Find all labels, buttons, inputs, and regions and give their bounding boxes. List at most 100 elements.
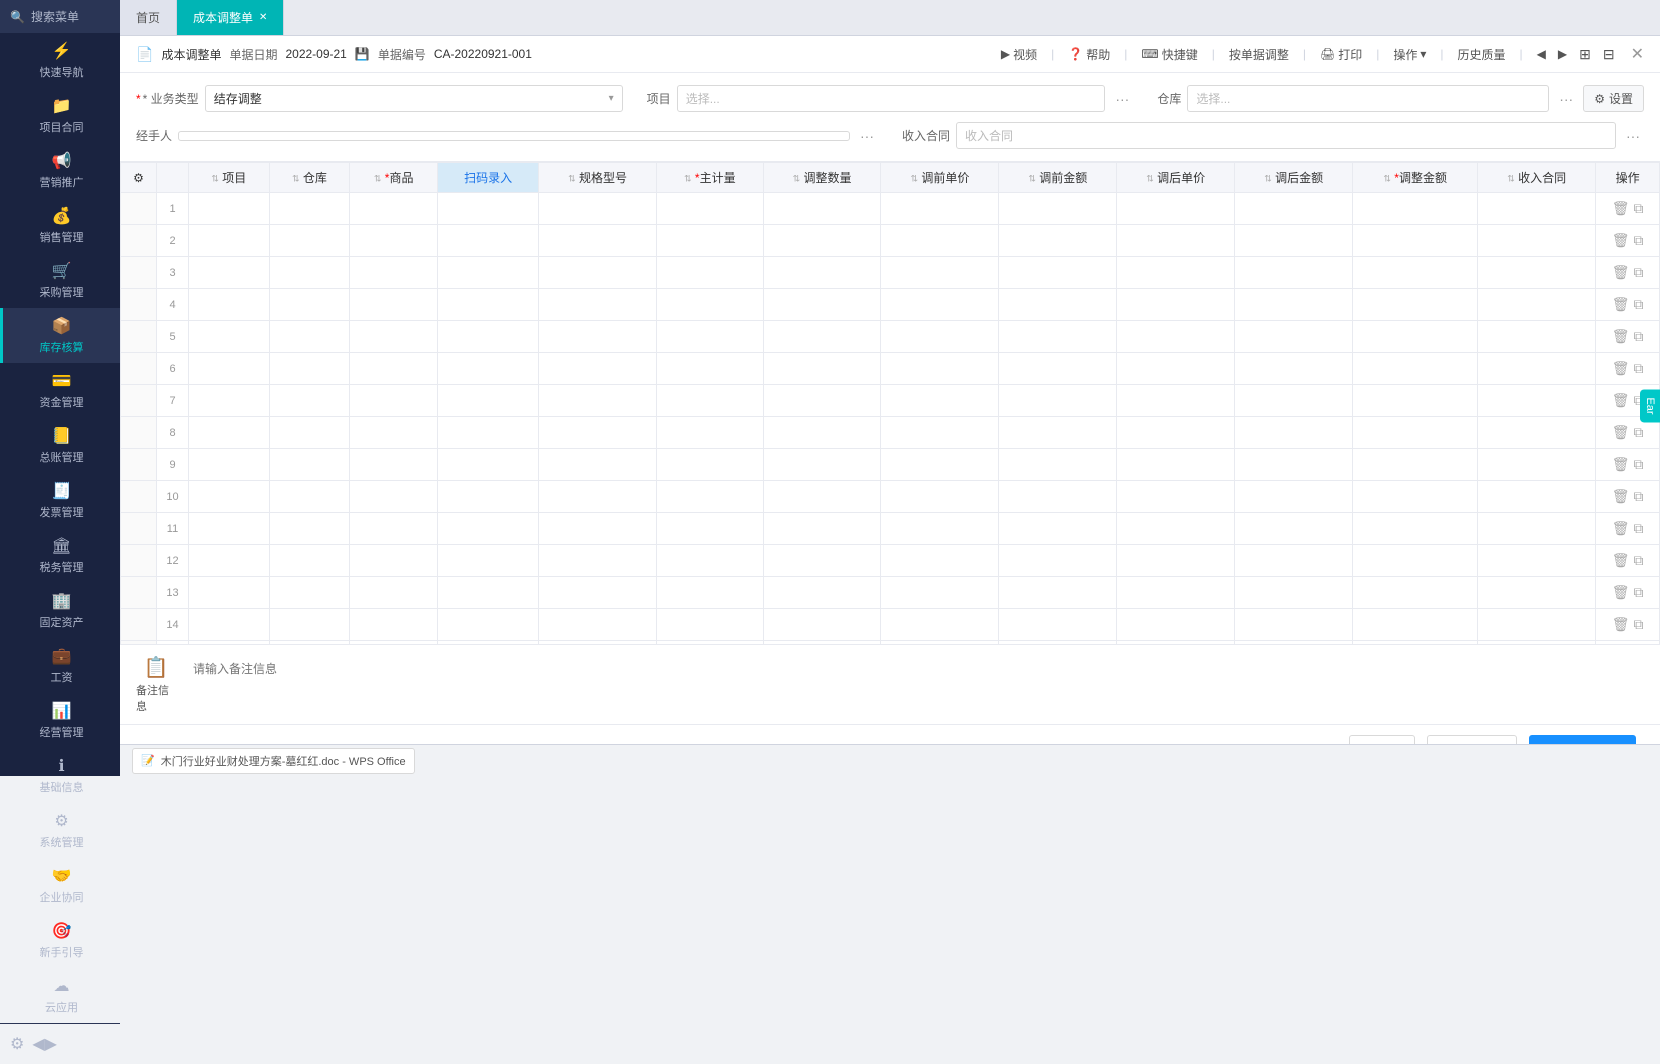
row-delete-icon-4[interactable]: 🗑: [1612, 296, 1630, 313]
row-product-7[interactable]: [350, 385, 438, 417]
row-scan-5[interactable]: [438, 321, 539, 353]
row-after-amount-12[interactable]: [1235, 545, 1353, 577]
row-warehouse-12[interactable]: [269, 545, 350, 577]
row-adjust-qty-13[interactable]: [763, 577, 881, 609]
row-unit-15[interactable]: [657, 641, 764, 645]
row-warehouse-6[interactable]: [269, 353, 350, 385]
income-contract-input[interactable]: 收入合同: [956, 122, 1616, 149]
row-after-price-3[interactable]: [1117, 257, 1235, 289]
row-before-amount-15[interactable]: [999, 641, 1117, 645]
project-input[interactable]: 选择...: [677, 85, 1106, 112]
row-project-8[interactable]: [189, 417, 270, 449]
row-after-price-2[interactable]: [1117, 225, 1235, 257]
row-adjust-amount-1[interactable]: [1353, 193, 1478, 225]
row-copy-icon-1[interactable]: ⧉: [1633, 200, 1643, 217]
row-adjust-qty-14[interactable]: [763, 609, 881, 641]
row-after-price-9[interactable]: [1117, 449, 1235, 481]
row-after-price-8[interactable]: [1117, 417, 1235, 449]
row-copy-icon-9[interactable]: ⧉: [1633, 456, 1643, 473]
warehouse-dots-icon[interactable]: ···: [1555, 91, 1577, 107]
row-project-12[interactable]: [189, 545, 270, 577]
row-income-contract-6[interactable]: [1478, 353, 1596, 385]
row-adjust-qty-1[interactable]: [763, 193, 881, 225]
row-copy-icon-5[interactable]: ⧉: [1633, 328, 1643, 345]
row-income-contract-15[interactable]: [1478, 641, 1596, 645]
row-adjust-qty-6[interactable]: [763, 353, 881, 385]
row-after-amount-4[interactable]: [1235, 289, 1353, 321]
doc-save-icon[interactable]: 💾: [355, 47, 370, 61]
row-project-4[interactable]: [189, 289, 270, 321]
row-after-amount-5[interactable]: [1235, 321, 1353, 353]
row-before-amount-4[interactable]: [999, 289, 1117, 321]
sidebar-item-inventory[interactable]: 📦 库存核算: [0, 308, 120, 363]
row-before-price-7[interactable]: [881, 385, 999, 417]
row-adjust-amount-6[interactable]: [1353, 353, 1478, 385]
row-warehouse-15[interactable]: [269, 641, 350, 645]
row-before-amount-6[interactable]: [999, 353, 1117, 385]
sidebar-item-salary[interactable]: 💼 工资: [0, 638, 120, 693]
row-project-11[interactable]: [189, 513, 270, 545]
row-after-amount-15[interactable]: [1235, 641, 1353, 645]
row-delete-icon-3[interactable]: 🗑: [1612, 264, 1630, 281]
row-copy-icon-2[interactable]: ⧉: [1633, 232, 1643, 249]
row-after-amount-8[interactable]: [1235, 417, 1353, 449]
row-income-contract-2[interactable]: [1478, 225, 1596, 257]
row-income-contract-3[interactable]: [1478, 257, 1596, 289]
row-before-amount-10[interactable]: [999, 481, 1117, 513]
row-copy-icon-6[interactable]: ⧉: [1633, 360, 1643, 377]
row-spec-15[interactable]: [539, 641, 657, 645]
row-scan-9[interactable]: [438, 449, 539, 481]
row-after-price-10[interactable]: [1117, 481, 1235, 513]
sidebar-item-marketing[interactable]: 📢 营销推广: [0, 143, 120, 198]
row-before-price-15[interactable]: [881, 641, 999, 645]
row-before-price-8[interactable]: [881, 417, 999, 449]
row-income-contract-8[interactable]: [1478, 417, 1596, 449]
row-spec-13[interactable]: [539, 577, 657, 609]
row-income-contract-9[interactable]: [1478, 449, 1596, 481]
row-after-price-14[interactable]: [1117, 609, 1235, 641]
sidebar-item-project-contract[interactable]: 📁 项目合同: [0, 88, 120, 143]
row-adjust-amount-10[interactable]: [1353, 481, 1478, 513]
project-dots-icon[interactable]: ···: [1111, 91, 1133, 107]
row-after-price-1[interactable]: [1117, 193, 1235, 225]
row-warehouse-4[interactable]: [269, 289, 350, 321]
row-income-contract-14[interactable]: [1478, 609, 1596, 641]
collapse-btn[interactable]: ⊟: [1603, 46, 1615, 63]
row-product-12[interactable]: [350, 545, 438, 577]
row-before-amount-8[interactable]: [999, 417, 1117, 449]
row-unit-11[interactable]: [657, 513, 764, 545]
th-settings[interactable]: ⚙: [121, 163, 157, 193]
row-unit-7[interactable]: [657, 385, 764, 417]
row-after-amount-14[interactable]: [1235, 609, 1353, 641]
row-delete-icon-14[interactable]: 🗑: [1612, 616, 1630, 633]
row-unit-10[interactable]: [657, 481, 764, 513]
sidebar-item-system[interactable]: ⚙ 系统管理: [0, 803, 120, 858]
row-scan-7[interactable]: [438, 385, 539, 417]
row-after-amount-10[interactable]: [1235, 481, 1353, 513]
row-copy-icon-13[interactable]: ⧉: [1633, 584, 1643, 601]
row-warehouse-13[interactable]: [269, 577, 350, 609]
row-project-13[interactable]: [189, 577, 270, 609]
row-after-price-7[interactable]: [1117, 385, 1235, 417]
row-income-contract-12[interactable]: [1478, 545, 1596, 577]
help-action[interactable]: ❓ 帮助: [1068, 46, 1110, 63]
nav-next-btn[interactable]: ▶: [1558, 47, 1567, 61]
row-product-14[interactable]: [350, 609, 438, 641]
settings-icon[interactable]: ⚙: [10, 1034, 24, 1054]
row-before-price-5[interactable]: [881, 321, 999, 353]
row-scan-4[interactable]: [438, 289, 539, 321]
row-unit-4[interactable]: [657, 289, 764, 321]
row-adjust-qty-15[interactable]: [763, 641, 881, 645]
row-product-5[interactable]: [350, 321, 438, 353]
row-adjust-qty-7[interactable]: [763, 385, 881, 417]
row-income-contract-4[interactable]: [1478, 289, 1596, 321]
right-tab[interactable]: Ear: [1640, 389, 1660, 422]
row-delete-icon-9[interactable]: 🗑: [1612, 456, 1630, 473]
row-unit-2[interactable]: [657, 225, 764, 257]
row-after-amount-1[interactable]: [1235, 193, 1353, 225]
print-action[interactable]: 🖨 打印: [1320, 46, 1362, 63]
row-spec-14[interactable]: [539, 609, 657, 641]
row-after-price-5[interactable]: [1117, 321, 1235, 353]
sidebar-item-tax[interactable]: 🏛 税务管理: [0, 528, 120, 583]
row-adjust-amount-7[interactable]: [1353, 385, 1478, 417]
